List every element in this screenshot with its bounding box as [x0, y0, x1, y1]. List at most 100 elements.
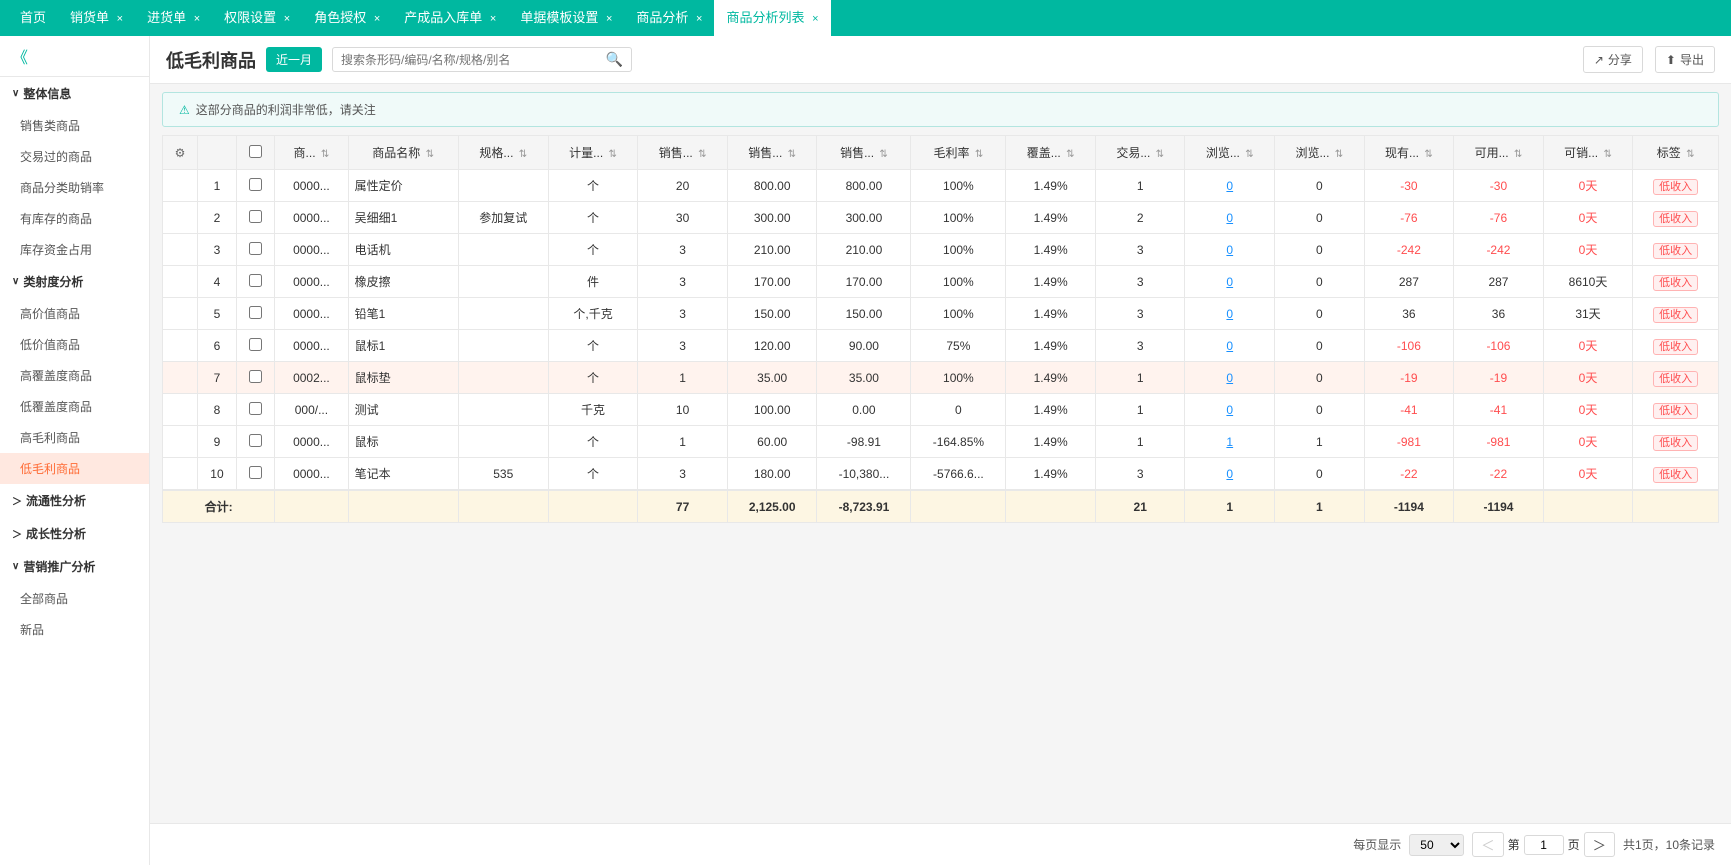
row-name[interactable]: 电话机 [348, 234, 458, 266]
export-btn[interactable]: ⬆ 导出 [1655, 46, 1715, 73]
row-view1[interactable]: 0 [1185, 266, 1275, 298]
nav-template-settings[interactable]: 单据模板设置 × [508, 0, 624, 36]
col-trade-count[interactable]: 交易... ⇅ [1095, 136, 1185, 170]
next-page-btn[interactable]: ＞ [1584, 832, 1615, 857]
row-name[interactable]: 笔记本 [348, 458, 458, 491]
sidebar-group-category-header[interactable]: ∨ 类射度分析 [0, 265, 149, 298]
sidebar-item-low-value[interactable]: 低价值商品 [0, 329, 149, 360]
settings-icon[interactable]: ⚙ [175, 146, 186, 160]
row-view1[interactable]: 0 [1185, 298, 1275, 330]
row-current-stock: -106 [1364, 330, 1454, 362]
sidebar-item-high-margin[interactable]: 高毛利商品 [0, 422, 149, 453]
nav-permissions[interactable]: 权限设置 × [212, 0, 302, 36]
sidebar-item-all-products[interactable]: 全部商品 [0, 583, 149, 614]
row-checkbox[interactable] [236, 330, 274, 362]
row-trade-count: 1 [1095, 362, 1185, 394]
col-spec[interactable]: 规格... ⇅ [458, 136, 548, 170]
row-view1[interactable]: 0 [1185, 394, 1275, 426]
col-view1[interactable]: 浏览... ⇅ [1185, 136, 1275, 170]
row-checkbox[interactable] [236, 202, 274, 234]
close-icon[interactable]: × [194, 13, 200, 25]
nav-home[interactable]: 首页 [8, 0, 58, 36]
row-checkbox[interactable] [236, 170, 274, 202]
row-view1[interactable]: 0 [1185, 458, 1275, 491]
sidebar-item-new-products[interactable]: 新品 [0, 614, 149, 645]
col-view2[interactable]: 浏览... ⇅ [1275, 136, 1365, 170]
sidebar-item-low-margin[interactable]: 低毛利商品 [0, 453, 149, 484]
col-settings[interactable]: ⚙ [163, 136, 198, 170]
col-name[interactable]: 商品名称 ⇅ [348, 136, 458, 170]
row-checkbox[interactable] [236, 234, 274, 266]
sidebar-item-category-sales-rate[interactable]: 商品分类助销率 [0, 172, 149, 203]
row-name[interactable]: 鼠标1 [348, 330, 458, 362]
col-sales-price[interactable]: 销售... ⇅ [727, 136, 817, 170]
col-code[interactable]: 商... ⇅ [275, 136, 348, 170]
row-checkbox[interactable] [236, 458, 274, 491]
sidebar-collapse-btn[interactable]: 《 [8, 40, 32, 72]
col-available[interactable]: 可用... ⇅ [1454, 136, 1544, 170]
col-gross-rate[interactable]: 毛利率 ⇅ [911, 136, 1006, 170]
row-view1[interactable]: 0 [1185, 170, 1275, 202]
col-unit[interactable]: 计量... ⇅ [548, 136, 638, 170]
share-btn[interactable]: ↗ 分享 [1583, 46, 1643, 73]
row-checkbox[interactable] [236, 266, 274, 298]
search-input[interactable] [341, 53, 606, 67]
close-icon[interactable]: × [374, 13, 380, 25]
row-view1[interactable]: 1 [1185, 426, 1275, 458]
sidebar-group-growth-header[interactable]: ＞ 成长性分析 [0, 517, 149, 550]
nav-purchase[interactable]: 进货单 × [135, 0, 212, 36]
col-sales-qty[interactable]: 销售... ⇅ [638, 136, 728, 170]
nav-product-analysis-list[interactable]: 商品分析列表 × [714, 0, 830, 36]
col-tag[interactable]: 标签 ⇅ [1633, 136, 1719, 170]
sidebar-group-marketing-header[interactable]: ∨ 营销推广分析 [0, 550, 149, 583]
row-checkbox[interactable] [236, 298, 274, 330]
close-icon[interactable]: × [696, 13, 702, 25]
row-name[interactable]: 吴细细1 [348, 202, 458, 234]
col-saleable[interactable]: 可销... ⇅ [1543, 136, 1633, 170]
filter-recent-month-btn[interactable]: 近一月 [266, 47, 322, 72]
row-name[interactable]: 属性定价 [348, 170, 458, 202]
close-icon[interactable]: × [117, 13, 123, 25]
row-name[interactable]: 铅笔1 [348, 298, 458, 330]
sidebar-item-low-coverage[interactable]: 低覆盖度商品 [0, 391, 149, 422]
page-number-input[interactable] [1524, 835, 1564, 855]
row-name[interactable]: 测试 [348, 394, 458, 426]
search-icon[interactable]: 🔍 [606, 51, 623, 68]
row-view1[interactable]: 0 [1185, 202, 1275, 234]
sidebar-item-high-value[interactable]: 高价值商品 [0, 298, 149, 329]
row-view1[interactable]: 0 [1185, 362, 1275, 394]
sort-icon: ⇅ [1066, 149, 1074, 160]
sidebar-item-stock-capital[interactable]: 库存资金占用 [0, 234, 149, 265]
row-checkbox[interactable] [236, 394, 274, 426]
sidebar-group-overall-header[interactable]: ∨ 整体信息 [0, 77, 149, 110]
sidebar-item-traded-products[interactable]: 交易过的商品 [0, 141, 149, 172]
col-checkbox-header[interactable] [236, 136, 274, 170]
col-current-stock[interactable]: 现有... ⇅ [1364, 136, 1454, 170]
row-checkbox[interactable] [236, 426, 274, 458]
nav-product-entry[interactable]: 产成品入库单 × [392, 0, 508, 36]
row-checkbox[interactable] [236, 362, 274, 394]
close-icon[interactable]: × [490, 13, 496, 25]
sidebar-group-circulation-header[interactable]: ＞ 流通性分析 [0, 484, 149, 517]
sidebar-item-stocked-products[interactable]: 有库存的商品 [0, 203, 149, 234]
close-icon[interactable]: × [606, 13, 612, 25]
close-icon[interactable]: × [812, 13, 818, 25]
row-code: 0000... [275, 298, 348, 330]
row-name[interactable]: 鼠标 [348, 426, 458, 458]
page-size-select[interactable]: 50 20 100 [1409, 834, 1464, 856]
row-name[interactable]: 鼠标垫 [348, 362, 458, 394]
col-cover-rate[interactable]: 覆盖... ⇅ [1006, 136, 1096, 170]
col-sales-amount[interactable]: 销售... ⇅ [817, 136, 911, 170]
nav-sales[interactable]: 销货单 × [58, 0, 135, 36]
sidebar-item-high-coverage[interactable]: 高覆盖度商品 [0, 360, 149, 391]
nav-product-analysis[interactable]: 商品分析 × [624, 0, 714, 36]
row-name[interactable]: 橡皮擦 [348, 266, 458, 298]
close-icon[interactable]: × [284, 13, 290, 25]
row-view1[interactable]: 0 [1185, 234, 1275, 266]
totals-trade: 21 [1095, 490, 1185, 523]
sidebar-item-sales-products[interactable]: 销售类商品 [0, 110, 149, 141]
row-view1[interactable]: 0 [1185, 330, 1275, 362]
prev-page-btn[interactable]: ＜ [1472, 832, 1503, 857]
nav-roles[interactable]: 角色授权 × [302, 0, 392, 36]
select-all-checkbox[interactable] [249, 145, 262, 158]
